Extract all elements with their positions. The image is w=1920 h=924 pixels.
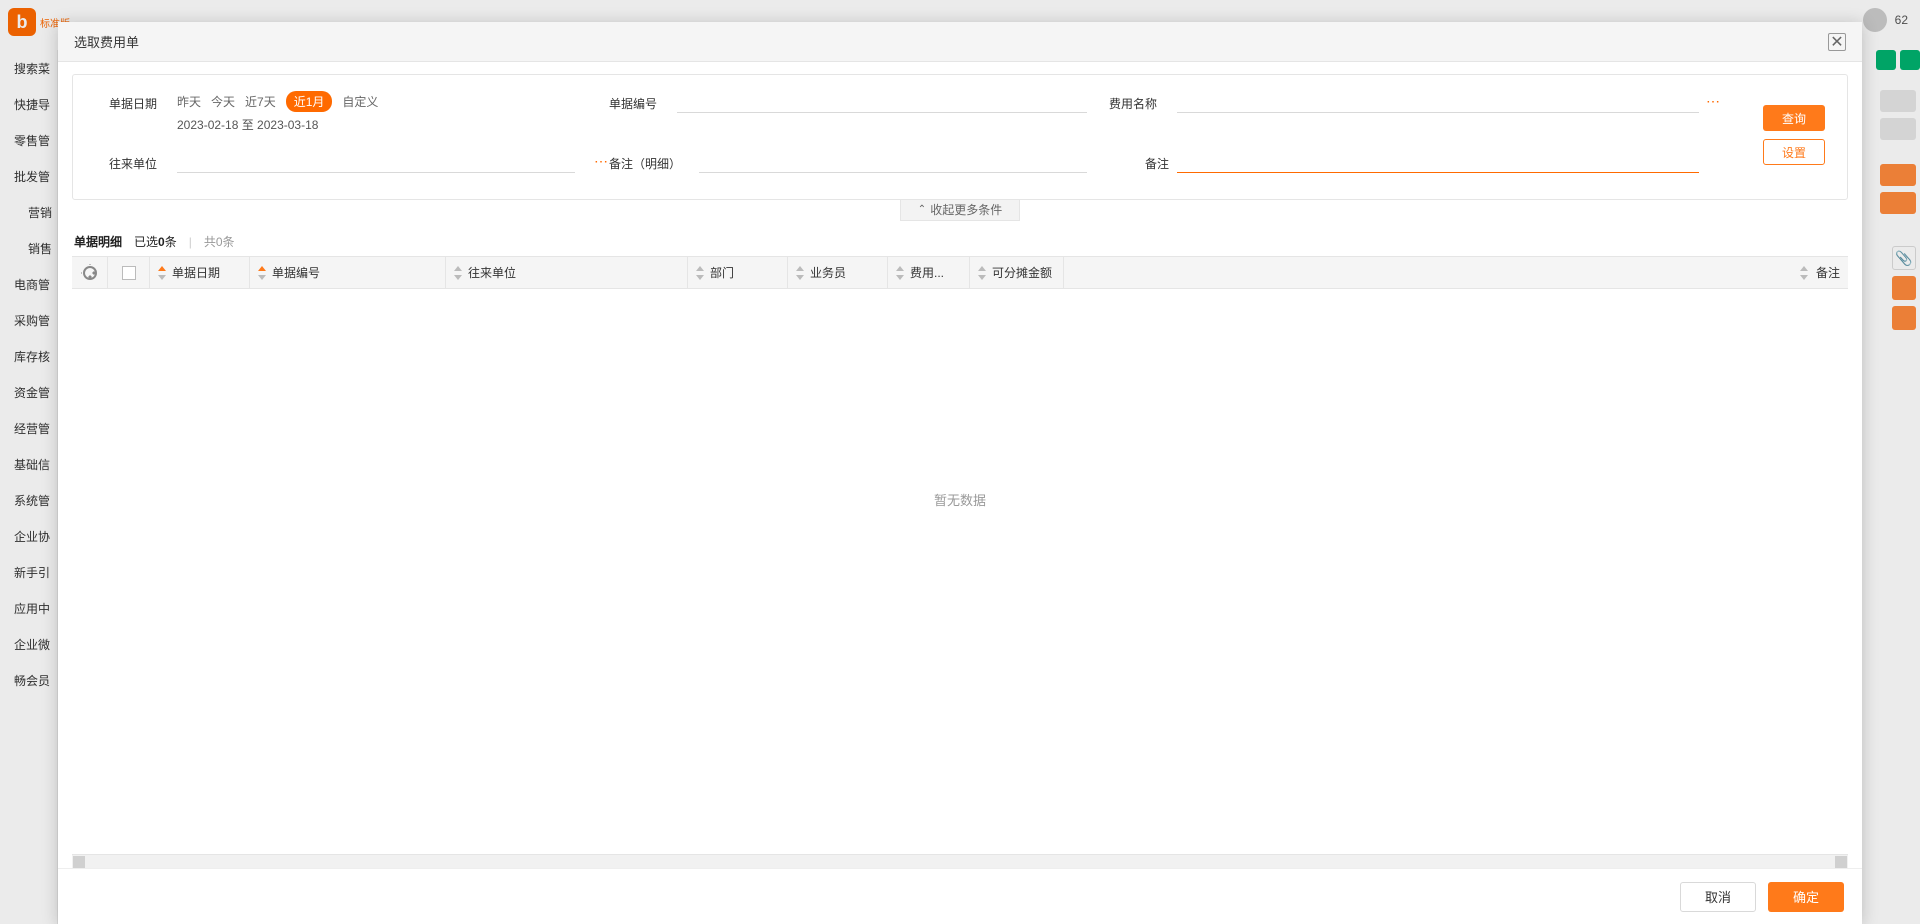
empty-state: 暂无数据	[72, 289, 1848, 709]
col-staff[interactable]: 业务员	[788, 257, 888, 288]
label-party: 往来单位	[109, 151, 169, 172]
sort-icon	[978, 266, 988, 280]
label-note-detail: 备注（明细）	[609, 151, 691, 172]
scroll-right-icon[interactable]	[1835, 856, 1847, 868]
query-button[interactable]: 查询	[1763, 105, 1825, 131]
fee-name-more-icon[interactable]: ⋯	[1706, 93, 1721, 110]
settings-button[interactable]: 设置	[1763, 139, 1825, 165]
modal-body: 单据日期 昨天 今天 近7天 近1月 自定义 2023-02-18 至 2023…	[58, 62, 1862, 868]
modal-title: 选取费用单	[74, 32, 139, 51]
confirm-button[interactable]: 确定	[1768, 882, 1844, 912]
label-doc-no: 单据编号	[609, 91, 669, 112]
sort-icon	[896, 266, 906, 280]
label-fee-name: 费用名称	[1109, 91, 1169, 112]
date-quick-last7[interactable]: 近7天	[245, 93, 276, 110]
modal-footer: 取消 确定	[58, 868, 1862, 924]
scroll-left-icon[interactable]	[73, 856, 85, 868]
sort-icon	[258, 266, 268, 280]
col-fee[interactable]: 费用...	[888, 257, 970, 288]
gear-icon	[83, 266, 97, 280]
detail-total: 共0条	[204, 233, 235, 250]
detail-selected: 已选0条	[134, 233, 177, 250]
horizontal-scrollbar[interactable]	[72, 854, 1848, 868]
col-dept[interactable]: 部门	[688, 257, 788, 288]
date-quick-last1m[interactable]: 近1月	[286, 91, 333, 112]
date-quick-picker: 昨天 今天 近7天 近1月 自定义	[177, 91, 378, 112]
filter-side-buttons: 查询 设置	[1763, 105, 1825, 165]
label-doc-date: 单据日期	[109, 91, 169, 112]
col-amount[interactable]: 可分摊金额	[970, 257, 1064, 288]
col-doc-no[interactable]: 单据编号	[250, 257, 446, 288]
note-detail-input[interactable]	[699, 151, 1087, 173]
collapse-label: 收起更多条件	[930, 201, 1002, 218]
date-quick-custom[interactable]: 自定义	[342, 93, 378, 110]
col-settings-gear[interactable]	[72, 257, 108, 288]
col-party[interactable]: 往来单位	[446, 257, 688, 288]
note-input[interactable]	[1177, 151, 1699, 173]
party-more-icon[interactable]: ⋯	[594, 153, 609, 170]
doc-no-input[interactable]	[677, 91, 1087, 113]
select-expense-bill-modal: 选取费用单 ✕ 单据日期 昨天 今天 近7天 近1月 自定义	[58, 22, 1862, 924]
sort-icon	[696, 266, 706, 280]
sort-icon	[454, 266, 464, 280]
party-input[interactable]	[177, 151, 575, 173]
date-quick-yesterday[interactable]: 昨天	[177, 93, 201, 110]
label-note: 备注	[1109, 151, 1169, 172]
fee-name-input[interactable]	[1177, 91, 1699, 113]
col-select-all[interactable]	[108, 257, 150, 288]
detail-header: 单据明细 已选0条 | 共0条	[74, 233, 1846, 250]
date-quick-today[interactable]: 今天	[211, 93, 235, 110]
col-doc-date[interactable]: 单据日期	[150, 257, 250, 288]
modal-header: 选取费用单 ✕	[58, 22, 1862, 62]
filter-panel: 单据日期 昨天 今天 近7天 近1月 自定义 2023-02-18 至 2023…	[72, 74, 1848, 200]
checkbox-icon	[122, 266, 136, 280]
detail-title: 单据明细	[74, 233, 122, 250]
result-table: 单据日期 单据编号 往来单位 部门 业务员 费用... 可分摊金额 备注 暂无数…	[72, 256, 1848, 854]
col-note[interactable]: 备注	[1064, 257, 1848, 288]
close-icon[interactable]: ✕	[1828, 33, 1846, 51]
sort-icon	[1800, 266, 1810, 280]
cancel-button[interactable]: 取消	[1680, 882, 1756, 912]
date-range-display: 2023-02-18 至 2023-03-18	[177, 116, 378, 133]
chevron-up-icon: ⌃	[918, 204, 926, 215]
sort-icon	[158, 266, 168, 280]
table-header: 单据日期 单据编号 往来单位 部门 业务员 费用... 可分摊金额 备注	[72, 257, 1848, 289]
sort-icon	[796, 266, 806, 280]
collapse-filters-button[interactable]: ⌃ 收起更多条件	[900, 199, 1020, 221]
